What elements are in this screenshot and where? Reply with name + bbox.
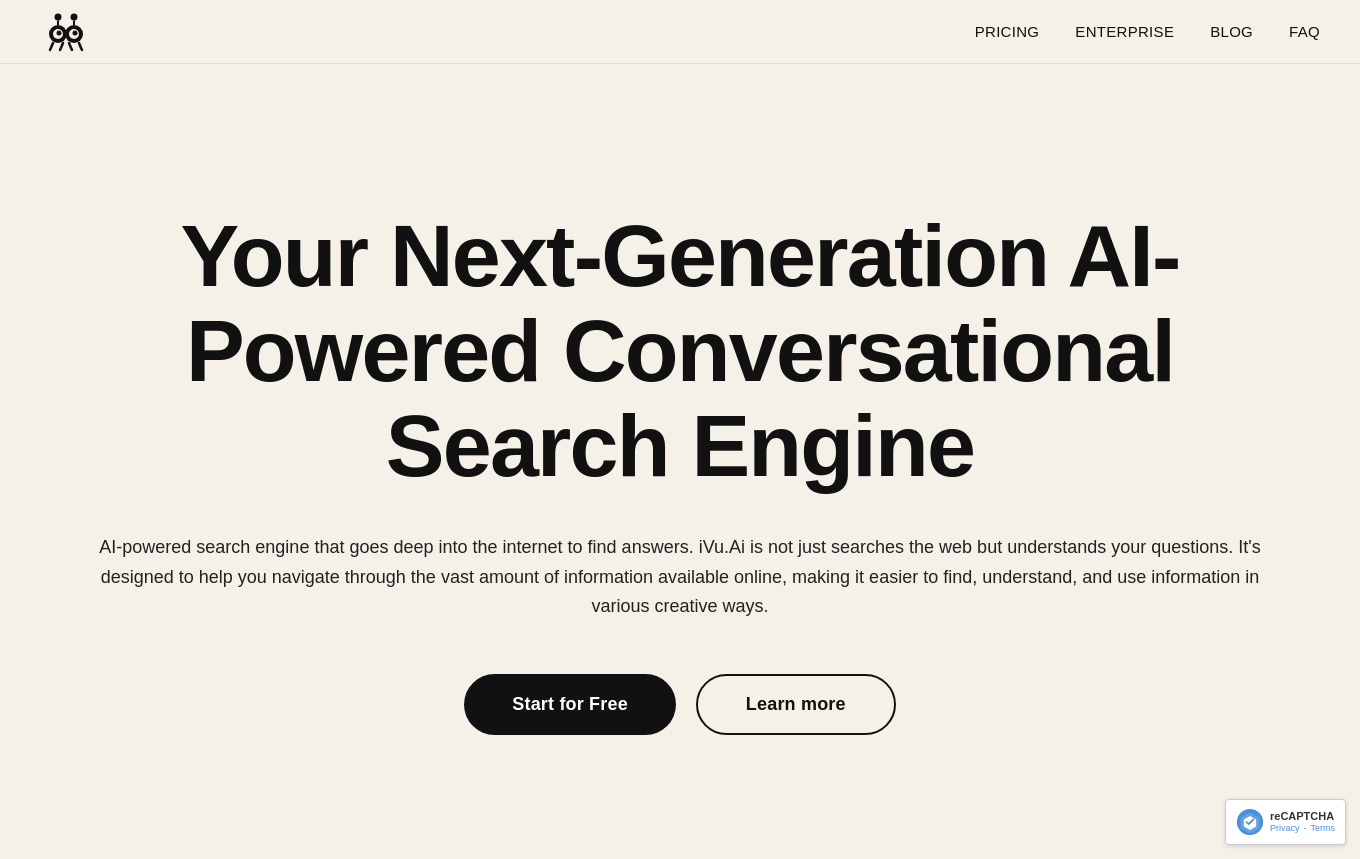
recaptcha-privacy[interactable]: Privacy <box>1270 823 1300 835</box>
recaptcha-label: reCAPTCHA <box>1270 809 1335 823</box>
start-for-free-button[interactable]: Start for Free <box>464 674 676 735</box>
nav-item-enterprise[interactable]: ENTERPRISE <box>1075 23 1174 41</box>
logo-icon <box>40 12 92 52</box>
hero-description: AI-powered search engine that goes deep … <box>80 533 1280 622</box>
navbar: PRICING ENTERPRISE BLOG FAQ <box>0 0 1360 64</box>
hero-buttons: Start for Free Learn more <box>464 674 895 735</box>
recaptcha-text: reCAPTCHA Privacy - Terms <box>1270 809 1335 835</box>
nav-link-enterprise[interactable]: ENTERPRISE <box>1075 23 1174 40</box>
svg-point-6 <box>57 30 62 35</box>
nav-links: PRICING ENTERPRISE BLOG FAQ <box>975 23 1320 41</box>
recaptcha-separator: - <box>1304 823 1307 835</box>
recaptcha-links: Privacy - Terms <box>1270 823 1335 835</box>
svg-point-0 <box>55 13 62 20</box>
logo[interactable] <box>40 12 92 52</box>
nav-link-faq[interactable]: FAQ <box>1289 23 1320 40</box>
svg-point-7 <box>73 30 78 35</box>
recaptcha-terms[interactable]: Terms <box>1311 823 1336 835</box>
nav-link-pricing[interactable]: PRICING <box>975 23 1040 40</box>
nav-item-blog[interactable]: BLOG <box>1210 23 1253 41</box>
learn-more-button[interactable]: Learn more <box>696 674 896 735</box>
recaptcha-badge: reCAPTCHA Privacy - Terms <box>1225 799 1346 845</box>
recaptcha-icon <box>1236 808 1264 836</box>
hero-section: Your Next-Generation AI-Powered Conversa… <box>0 64 1360 859</box>
nav-link-blog[interactable]: BLOG <box>1210 23 1253 40</box>
svg-point-1 <box>71 13 78 20</box>
nav-item-faq[interactable]: FAQ <box>1289 23 1320 41</box>
hero-title: Your Next-Generation AI-Powered Conversa… <box>80 208 1280 493</box>
nav-item-pricing[interactable]: PRICING <box>975 23 1040 41</box>
